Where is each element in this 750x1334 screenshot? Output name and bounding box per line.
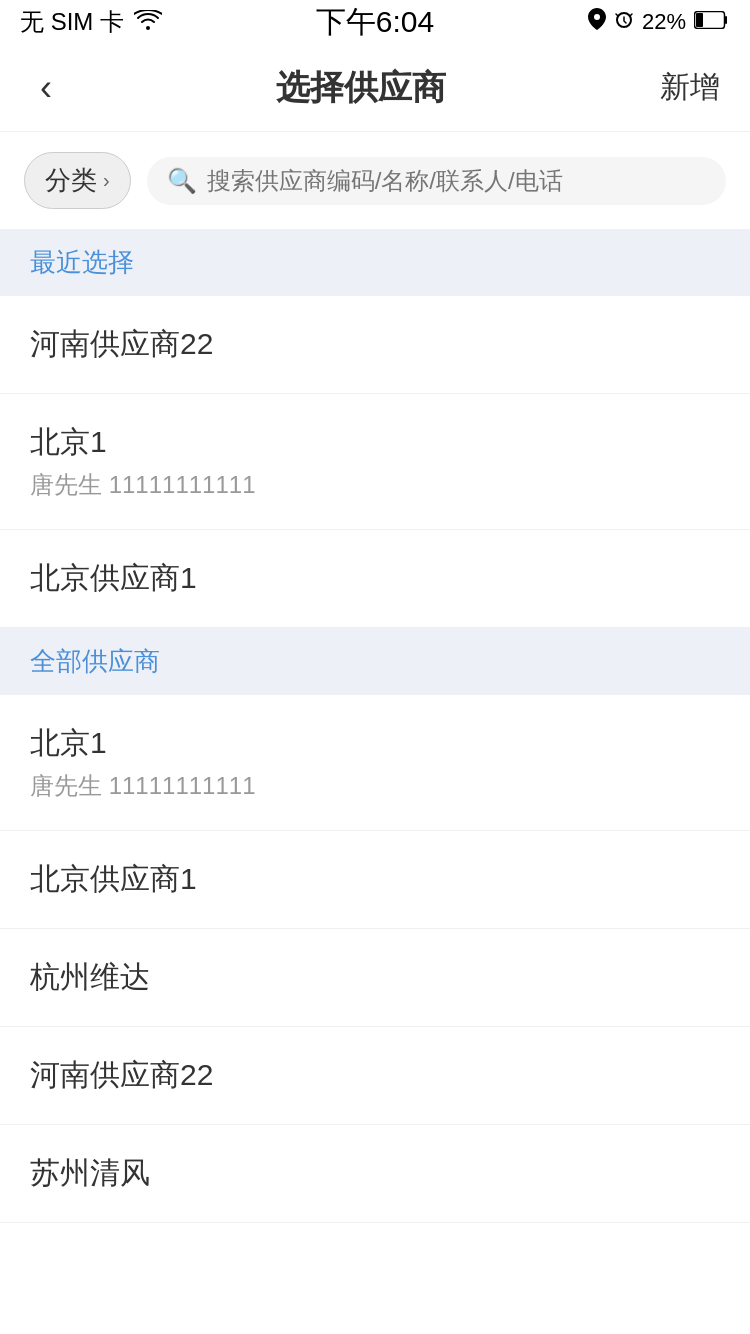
section-header-text-all: 全部供应商 [30, 646, 160, 676]
item-name: 北京1 [30, 422, 720, 463]
section-header-all: 全部供应商 [0, 628, 750, 695]
item-name: 北京1 [30, 723, 720, 764]
item-name: 北京供应商1 [30, 859, 720, 900]
list-item[interactable]: 北京供应商1 [0, 831, 750, 929]
list-item[interactable]: 北京1 唐先生 11111111111 [0, 394, 750, 530]
sections-container: 最近选择河南供应商22 北京1 唐先生 11111111111 北京供应商1 全部供应商… [0, 229, 750, 1223]
category-label: 分类 [45, 163, 97, 198]
section-header-text-recent: 最近选择 [30, 247, 134, 277]
status-left: 无 SIM 卡 [20, 6, 162, 38]
status-time: 下午6:04 [316, 2, 434, 43]
nav-bar: ‹ 选择供应商 新增 [0, 44, 750, 132]
list-item[interactable]: 杭州维达 [0, 929, 750, 1027]
list-item[interactable]: 苏州清风 [0, 1125, 750, 1223]
list-item[interactable]: 北京供应商1 [0, 530, 750, 628]
item-name: 河南供应商22 [30, 1055, 720, 1096]
status-right: 22% [588, 8, 730, 36]
battery-icon [694, 9, 730, 35]
carrier-text: 无 SIM 卡 [20, 6, 124, 38]
item-name: 苏州清风 [30, 1153, 720, 1194]
search-bar: 分类 › 🔍 [0, 132, 750, 229]
search-icon: 🔍 [167, 167, 197, 195]
item-sub: 唐先生 11111111111 [30, 770, 720, 802]
wifi-icon [134, 8, 162, 36]
list-item[interactable]: 河南供应商22 [0, 1027, 750, 1125]
page-title: 选择供应商 [276, 65, 446, 111]
add-button[interactable]: 新增 [660, 67, 720, 108]
status-bar: 无 SIM 卡 下午6:04 22% [0, 0, 750, 44]
location-icon [588, 8, 606, 36]
section-header-recent: 最近选择 [0, 229, 750, 296]
search-input[interactable] [207, 167, 706, 195]
back-button[interactable]: ‹ [30, 57, 62, 119]
search-input-wrap: 🔍 [147, 157, 726, 205]
svg-rect-2 [696, 13, 703, 27]
battery-text: 22% [642, 9, 686, 35]
item-name: 河南供应商22 [30, 324, 720, 365]
category-button[interactable]: 分类 › [24, 152, 131, 209]
item-name: 北京供应商1 [30, 558, 720, 599]
list-item[interactable]: 河南供应商22 [0, 296, 750, 394]
item-name: 杭州维达 [30, 957, 720, 998]
item-sub: 唐先生 11111111111 [30, 469, 720, 501]
alarm-icon [614, 9, 634, 35]
chevron-right-icon: › [103, 169, 110, 192]
list-item[interactable]: 北京1 唐先生 11111111111 [0, 695, 750, 831]
